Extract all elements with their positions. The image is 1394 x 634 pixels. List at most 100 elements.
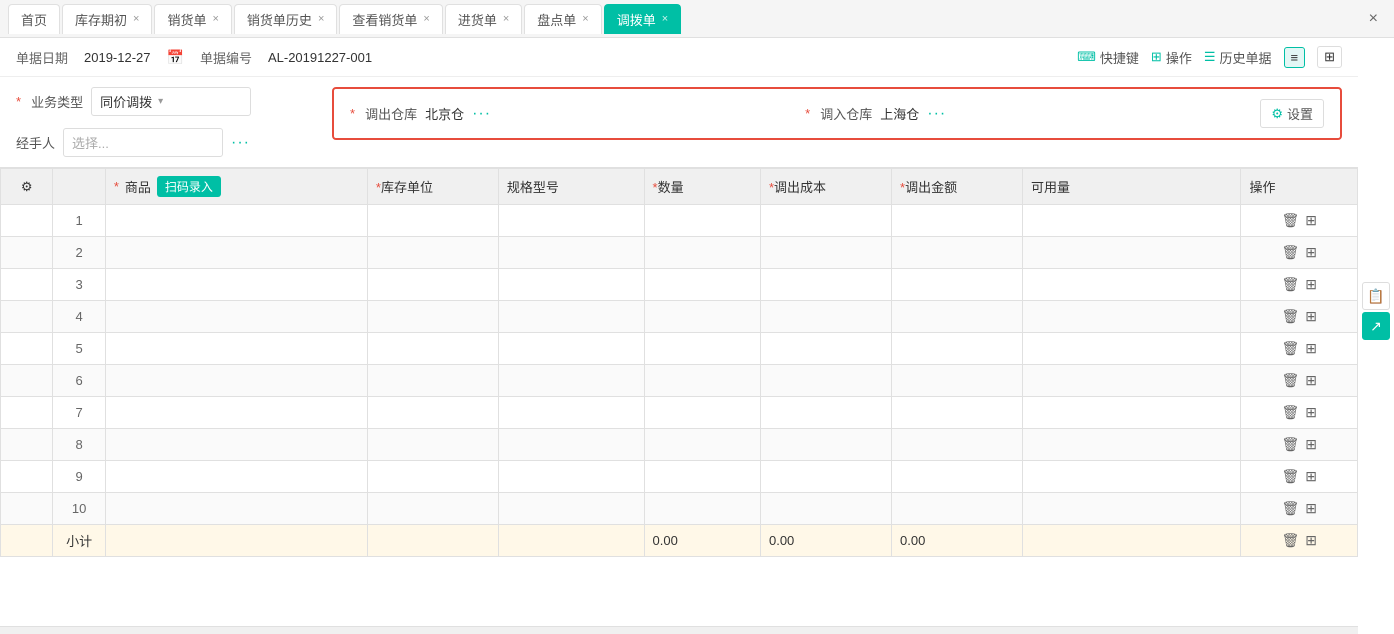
row-gear-cell	[1, 269, 53, 301]
row-actions: 🗑 ⊞	[1241, 301, 1358, 333]
history-button[interactable]: ☰ 历史单据	[1204, 48, 1272, 67]
tab-inventory-check[interactable]: 盘点单 ×	[524, 4, 601, 34]
row-spec[interactable]	[498, 269, 644, 301]
row-spec[interactable]	[498, 429, 644, 461]
delete-icon[interactable]: 🗑	[1281, 308, 1299, 325]
th-gear[interactable]: ⚙	[1, 169, 53, 205]
row-unit[interactable]	[367, 333, 498, 365]
date-label: 单据日期	[16, 48, 68, 67]
close-icon[interactable]: ×	[318, 14, 324, 25]
copy-icon[interactable]: ⊞	[1305, 500, 1317, 517]
warehouse-out-value: 北京仓	[425, 104, 464, 123]
row-unit[interactable]	[367, 237, 498, 269]
close-icon[interactable]: ×	[503, 14, 509, 25]
row-amount	[892, 365, 1023, 397]
delete-icon[interactable]: 🗑	[1281, 500, 1299, 517]
delete-icon[interactable]: 🗑	[1281, 372, 1299, 389]
tab-purchase[interactable]: 进货单 ×	[445, 4, 522, 34]
copy-icon[interactable]: ⊞	[1305, 372, 1317, 389]
shortcuts-button[interactable]: ⌨ 快捷键	[1077, 48, 1139, 67]
tab-transfer[interactable]: 调拨单 ×	[604, 4, 681, 34]
row-product[interactable]	[105, 461, 367, 493]
copy-icon[interactable]: ⊞	[1305, 308, 1317, 325]
window-close-button[interactable]: ×	[1361, 10, 1386, 28]
close-icon[interactable]: ×	[212, 14, 218, 25]
row-number: 6	[53, 365, 105, 397]
row-spec[interactable]	[498, 365, 644, 397]
handler-more-icon[interactable]: ···	[231, 134, 250, 152]
warehouse-in-more-icon[interactable]: ···	[927, 105, 946, 123]
layout-btn-1[interactable]: ≡	[1284, 47, 1306, 68]
horizontal-scrollbar[interactable]	[0, 626, 1358, 634]
row-spec[interactable]	[498, 397, 644, 429]
row-unit[interactable]	[367, 205, 498, 237]
row-spec[interactable]	[498, 333, 644, 365]
close-icon[interactable]: ×	[662, 14, 668, 25]
tab-sales-history[interactable]: 销货单历史 ×	[234, 4, 337, 34]
row-spec[interactable]	[498, 205, 644, 237]
tab-home[interactable]: 首页	[8, 4, 60, 34]
copy-icon[interactable]: ⊞	[1305, 532, 1317, 549]
close-icon[interactable]: ×	[133, 14, 139, 25]
row-product[interactable]	[105, 493, 367, 525]
layout-btn-2[interactable]: ⊞	[1317, 46, 1342, 68]
row-product[interactable]	[105, 301, 367, 333]
row-spec[interactable]	[498, 461, 644, 493]
copy-icon[interactable]: ⊞	[1305, 468, 1317, 485]
copy-icon[interactable]: ⊞	[1305, 404, 1317, 421]
delete-icon[interactable]: 🗑	[1281, 532, 1299, 549]
side-notes-button[interactable]: 📋	[1362, 282, 1390, 310]
copy-icon[interactable]: ⊞	[1305, 244, 1317, 261]
business-type-select[interactable]: 同价调拨 ▾	[91, 87, 251, 116]
delete-icon[interactable]: 🗑	[1281, 212, 1299, 229]
close-icon[interactable]: ×	[582, 14, 588, 25]
operations-button[interactable]: ⊞ 操作	[1151, 48, 1192, 67]
scan-button[interactable]: 扫码录入	[157, 176, 221, 197]
table-row: 4 🗑 ⊞	[1, 301, 1358, 333]
warehouse-out-more-icon[interactable]: ···	[472, 105, 491, 123]
table-header-row: ⚙ * 商品 扫码录入 *库存单位 规格型号 *数量 *调出成本	[1, 169, 1358, 205]
row-product[interactable]	[105, 205, 367, 237]
row-unit[interactable]	[367, 365, 498, 397]
row-actions: 🗑 ⊞	[1241, 525, 1358, 557]
delete-icon[interactable]: 🗑	[1281, 244, 1299, 261]
delete-icon[interactable]: 🗑	[1281, 276, 1299, 293]
row-actions: 🗑 ⊞	[1241, 269, 1358, 301]
handler-select[interactable]: 选择...	[63, 128, 223, 157]
tab-bar: 首页 库存期初 × 销货单 × 销货单历史 × 查看销货单 × 进货单 × 盘点…	[0, 0, 1394, 38]
row-product[interactable]	[105, 397, 367, 429]
row-product[interactable]	[105, 333, 367, 365]
row-unit[interactable]	[367, 461, 498, 493]
row-product[interactable]	[105, 365, 367, 397]
side-export-button[interactable]: ↗	[1362, 312, 1390, 340]
row-product[interactable]	[105, 237, 367, 269]
delete-icon[interactable]: 🗑	[1281, 468, 1299, 485]
tab-inventory-init[interactable]: 库存期初 ×	[62, 4, 152, 34]
delete-icon[interactable]: 🗑	[1281, 340, 1299, 357]
copy-icon[interactable]: ⊞	[1305, 212, 1317, 229]
copy-icon[interactable]: ⊞	[1305, 436, 1317, 453]
copy-icon[interactable]: ⊞	[1305, 276, 1317, 293]
date-value: 2019-12-27	[84, 50, 151, 65]
row-spec[interactable]	[498, 493, 644, 525]
row-product[interactable]	[105, 429, 367, 461]
row-spec[interactable]	[498, 237, 644, 269]
row-gear-cell	[1, 493, 53, 525]
row-spec[interactable]	[498, 301, 644, 333]
row-unit[interactable]	[367, 301, 498, 333]
copy-icon[interactable]: ⊞	[1305, 340, 1317, 357]
delete-icon[interactable]: 🗑	[1281, 436, 1299, 453]
row-qty: 0.00	[644, 525, 760, 557]
tab-sales-order[interactable]: 销货单 ×	[154, 4, 231, 34]
row-unit	[367, 525, 498, 557]
tab-view-sales[interactable]: 查看销货单 ×	[339, 4, 442, 34]
settings-button[interactable]: ⚙ 设置	[1260, 99, 1324, 128]
row-product[interactable]	[105, 269, 367, 301]
row-unit[interactable]	[367, 269, 498, 301]
row-unit[interactable]	[367, 397, 498, 429]
row-unit[interactable]	[367, 493, 498, 525]
calendar-icon[interactable]: 📅	[167, 49, 184, 66]
row-unit[interactable]	[367, 429, 498, 461]
delete-icon[interactable]: 🗑	[1281, 404, 1299, 421]
close-icon[interactable]: ×	[423, 14, 429, 25]
